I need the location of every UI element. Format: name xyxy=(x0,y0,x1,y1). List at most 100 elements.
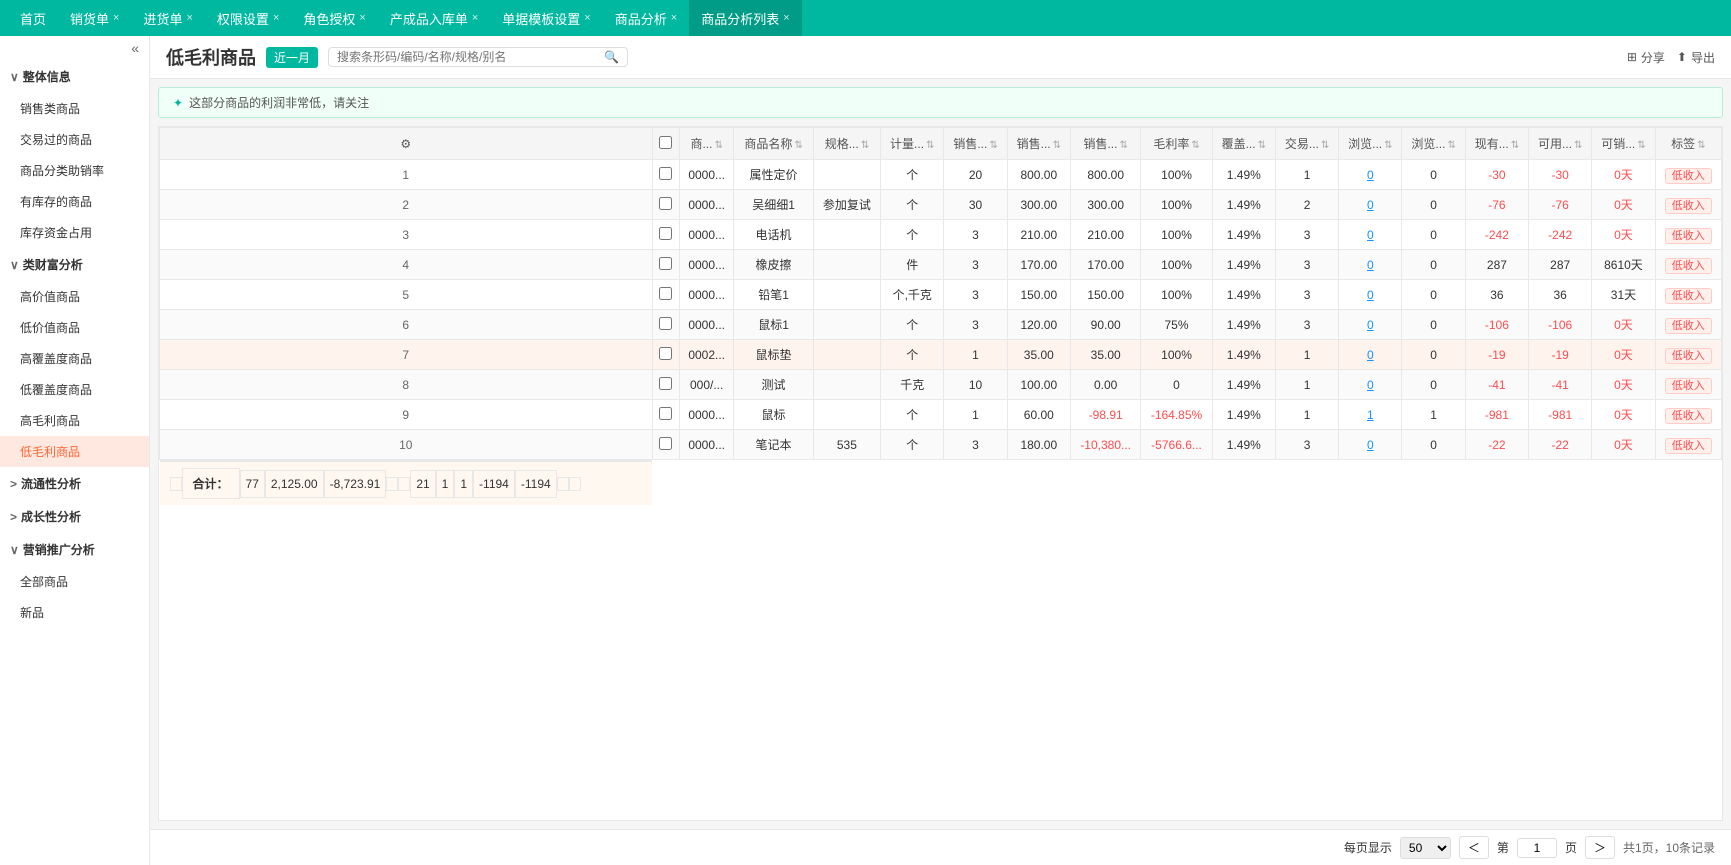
col-header-sale-qty[interactable]: 销售...⇅ xyxy=(944,128,1007,160)
search-box[interactable]: 🔍 xyxy=(328,47,628,67)
view1-link[interactable]: 0 xyxy=(1367,318,1374,332)
col-header-view1[interactable]: 浏览...⇅ xyxy=(1339,128,1402,160)
row-checkbox[interactable] xyxy=(659,377,672,390)
nav-analysis-list[interactable]: 商品分析列表 × xyxy=(689,0,801,36)
gear-icon[interactable]: ⚙ xyxy=(400,137,411,151)
per-page-select[interactable]: 50 20 100 xyxy=(1400,837,1451,859)
col-header-gear[interactable]: ⚙ xyxy=(160,128,653,160)
row-checkbox[interactable] xyxy=(659,347,672,360)
cell-checkbox[interactable] xyxy=(652,370,679,400)
close-icon[interactable]: × xyxy=(671,12,677,24)
sidebar-item-high-margin[interactable]: 高毛利商品 xyxy=(0,405,149,436)
search-icon[interactable]: 🔍 xyxy=(604,50,619,64)
next-page-button[interactable]: ＞ xyxy=(1585,836,1615,859)
sidebar-item-in-stock[interactable]: 有库存的商品 xyxy=(0,186,149,217)
cell-view1[interactable]: 0 xyxy=(1339,370,1402,400)
sidebar-item-all-products[interactable]: 全部商品 xyxy=(0,566,149,597)
cell-view1[interactable]: 0 xyxy=(1339,160,1402,190)
cell-checkbox[interactable] xyxy=(652,250,679,280)
row-checkbox[interactable] xyxy=(659,287,672,300)
nav-template[interactable]: 单据模板设置 × xyxy=(490,0,602,36)
col-header-name[interactable]: 商品名称⇅ xyxy=(734,128,813,160)
row-checkbox[interactable] xyxy=(659,257,672,270)
sidebar-section-liquidity[interactable]: > 流通性分析 xyxy=(0,467,149,500)
sidebar-item-high-coverage[interactable]: 高覆盖度商品 xyxy=(0,343,149,374)
row-checkbox[interactable] xyxy=(659,167,672,180)
nav-permissions[interactable]: 权限设置 × xyxy=(205,0,291,36)
time-filter-badge[interactable]: 近一月 xyxy=(266,47,318,68)
page-number-input[interactable] xyxy=(1517,838,1557,858)
row-checkbox[interactable] xyxy=(659,407,672,420)
col-header-view2[interactable]: 浏览...⇅ xyxy=(1402,128,1465,160)
close-icon[interactable]: × xyxy=(472,12,478,24)
cell-view1[interactable]: 0 xyxy=(1339,280,1402,310)
sidebar-item-category-rate[interactable]: 商品分类助销率 xyxy=(0,155,149,186)
col-header-spec[interactable]: 规格...⇅ xyxy=(813,128,880,160)
view1-link[interactable]: 0 xyxy=(1367,378,1374,392)
sidebar-item-low-coverage[interactable]: 低覆盖度商品 xyxy=(0,374,149,405)
view1-link[interactable]: 0 xyxy=(1367,168,1374,182)
cell-view1[interactable]: 1 xyxy=(1339,400,1402,430)
view1-link[interactable]: 0 xyxy=(1367,228,1374,242)
sidebar-section-overall[interactable]: ∨ 整体信息 xyxy=(0,60,149,93)
col-header-checkbox[interactable] xyxy=(652,128,679,160)
view1-link[interactable]: 0 xyxy=(1367,198,1374,212)
cell-view1[interactable]: 0 xyxy=(1339,250,1402,280)
view1-link[interactable]: 0 xyxy=(1367,438,1374,452)
row-checkbox[interactable] xyxy=(659,437,672,450)
nav-roles[interactable]: 角色授权 × xyxy=(291,0,377,36)
sidebar-item-new-products[interactable]: 新品 xyxy=(0,597,149,628)
cell-checkbox[interactable] xyxy=(652,310,679,340)
cell-checkbox[interactable] xyxy=(652,280,679,310)
cell-checkbox[interactable] xyxy=(652,430,679,460)
col-header-sellable[interactable]: 可销...⇅ xyxy=(1592,128,1655,160)
view1-link[interactable]: 0 xyxy=(1367,348,1374,362)
search-input[interactable] xyxy=(337,50,604,64)
col-header-unit[interactable]: 计量...⇅ xyxy=(881,128,944,160)
view1-link[interactable]: 1 xyxy=(1367,408,1374,422)
view1-link[interactable]: 0 xyxy=(1367,288,1374,302)
col-header-trade[interactable]: 交易...⇅ xyxy=(1275,128,1338,160)
col-header-coverage[interactable]: 覆盖...⇅ xyxy=(1212,128,1275,160)
col-header-code[interactable]: 商...⇅ xyxy=(679,128,733,160)
close-icon[interactable]: × xyxy=(273,12,279,24)
close-icon[interactable]: × xyxy=(186,12,192,24)
sidebar-item-traded[interactable]: 交易过的商品 xyxy=(0,124,149,155)
cell-checkbox[interactable] xyxy=(652,190,679,220)
sidebar-section-growth[interactable]: > 成长性分析 xyxy=(0,500,149,533)
cell-checkbox[interactable] xyxy=(652,340,679,370)
col-header-current[interactable]: 现有...⇅ xyxy=(1465,128,1528,160)
cell-view1[interactable]: 0 xyxy=(1339,340,1402,370)
row-checkbox[interactable] xyxy=(659,197,672,210)
cell-view1[interactable]: 0 xyxy=(1339,430,1402,460)
sidebar-item-low-value[interactable]: 低价值商品 xyxy=(0,312,149,343)
cell-view1[interactable]: 0 xyxy=(1339,220,1402,250)
close-icon[interactable]: × xyxy=(359,12,365,24)
cell-checkbox[interactable] xyxy=(652,400,679,430)
col-header-gross-rate[interactable]: 毛利率⇅ xyxy=(1141,128,1212,160)
sidebar-section-wealth[interactable]: ∨ 类财富分析 xyxy=(0,248,149,281)
sidebar-item-capital[interactable]: 库存资金占用 xyxy=(0,217,149,248)
view1-link[interactable]: 0 xyxy=(1367,258,1374,272)
close-icon[interactable]: × xyxy=(584,12,590,24)
col-header-sale-amount[interactable]: 销售...⇅ xyxy=(1070,128,1140,160)
select-all-checkbox[interactable] xyxy=(659,136,672,149)
export-button[interactable]: ⬆ 导出 xyxy=(1677,49,1715,66)
sidebar-item-sales-products[interactable]: 销售类商品 xyxy=(0,93,149,124)
nav-purchase[interactable]: 进货单 × xyxy=(131,0,204,36)
nav-analysis[interactable]: 商品分析 × xyxy=(603,0,689,36)
nav-home[interactable]: 首页 xyxy=(8,0,58,36)
cell-view1[interactable]: 0 xyxy=(1339,190,1402,220)
row-checkbox[interactable] xyxy=(659,317,672,330)
cell-checkbox[interactable] xyxy=(652,220,679,250)
cell-checkbox[interactable] xyxy=(652,160,679,190)
sidebar-section-marketing[interactable]: ∨ 营销推广分析 xyxy=(0,533,149,566)
prev-page-button[interactable]: ＜ xyxy=(1459,836,1489,859)
col-header-tag[interactable]: 标签⇅ xyxy=(1655,128,1721,160)
nav-sales[interactable]: 销货单 × xyxy=(58,0,131,36)
sidebar-item-high-value[interactable]: 高价值商品 xyxy=(0,281,149,312)
share-button[interactable]: ⊞ 分享 xyxy=(1627,49,1665,66)
close-icon[interactable]: × xyxy=(783,12,789,24)
cell-view1[interactable]: 0 xyxy=(1339,310,1402,340)
collapse-button[interactable]: « xyxy=(127,40,143,56)
